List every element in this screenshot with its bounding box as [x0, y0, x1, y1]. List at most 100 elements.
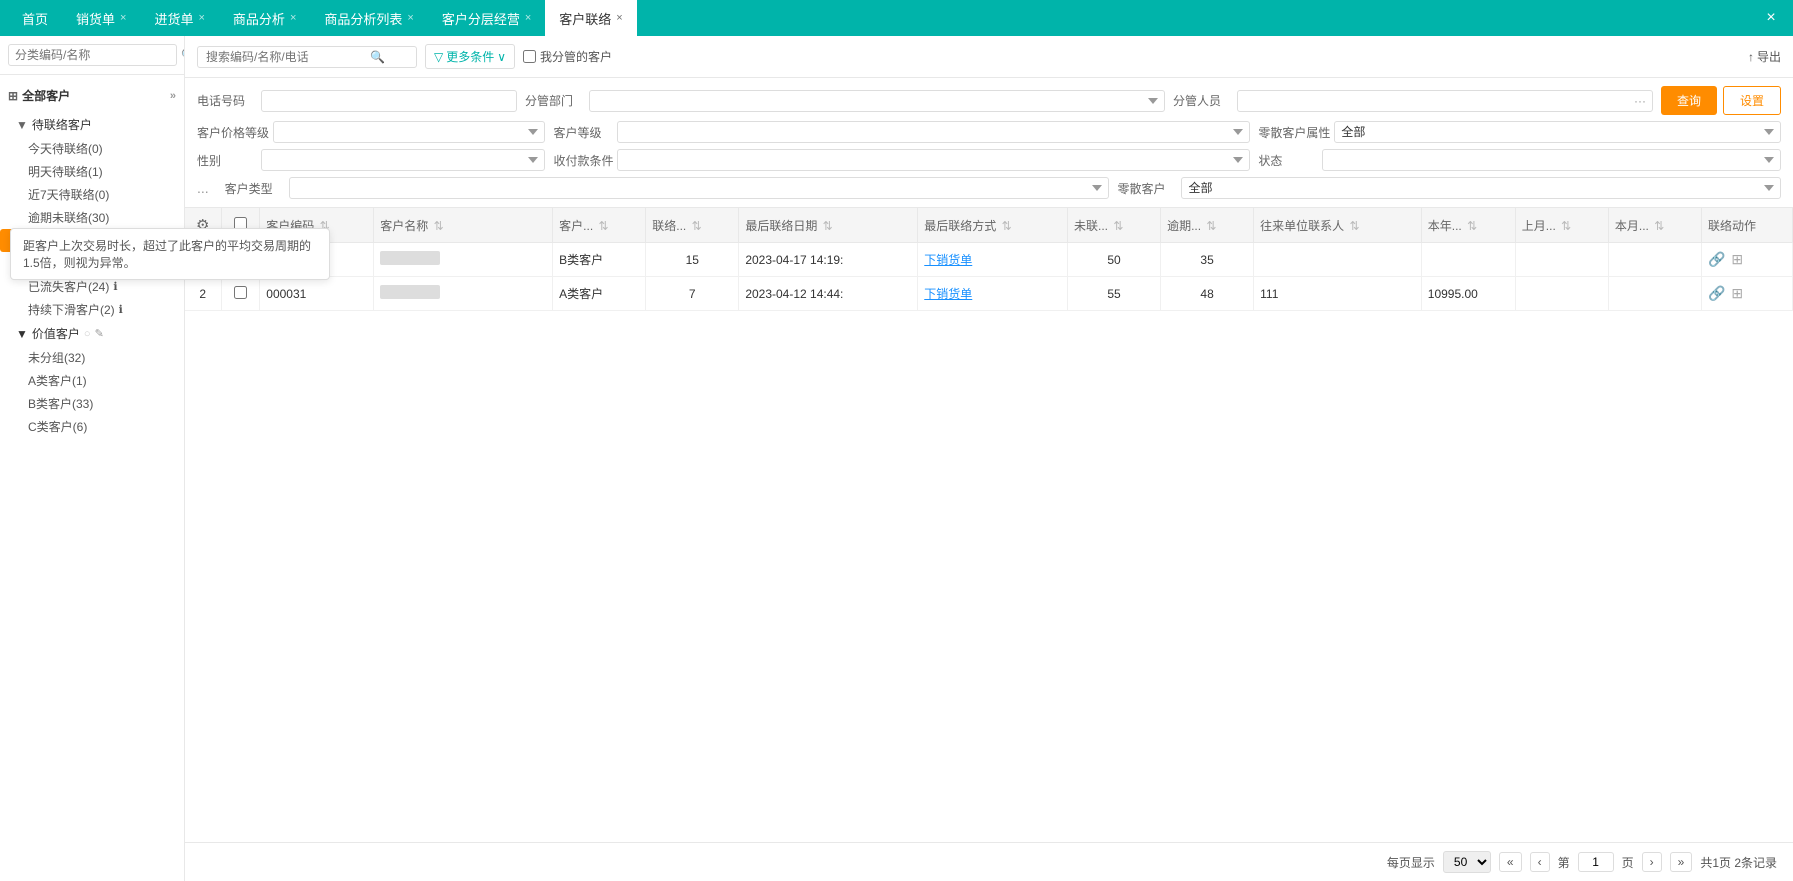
close-purchase-order-icon[interactable]: × [198, 12, 204, 24]
main-search-box: 🔍 [197, 46, 417, 68]
sort-level-icon: ⇅ [599, 219, 609, 233]
link-icon-1[interactable]: 🔗 [1708, 251, 1725, 268]
phone-input[interactable] [261, 90, 517, 112]
right-content: 🔍 ▽ 更多条件 ∨ 我分管的客户 ↑ 导出 电话号码 [185, 36, 1793, 881]
close-product-analysis-list-icon[interactable]: × [407, 12, 413, 24]
th-overdue[interactable]: 逾期... ⇅ [1161, 208, 1254, 243]
sort-last-date-icon: ⇅ [823, 219, 833, 233]
grid-icon: ⊞ [8, 89, 18, 103]
filter-manager: 分管人员 ··· [1173, 90, 1653, 112]
sidebar-item-today-pending[interactable]: 今天待联络(0) [0, 137, 184, 160]
sidebar-item-ungroup[interactable]: 未分组(32) [0, 346, 184, 369]
close-customer-contact-icon[interactable]: × [616, 12, 622, 24]
filter-more-dots[interactable]: ... [197, 180, 209, 196]
td-action-2: 🔗 ⊞ [1701, 277, 1792, 311]
page-size-select[interactable]: 50 [1443, 851, 1491, 873]
gender-select[interactable] [261, 149, 545, 171]
last-method-link-1[interactable]: 下销货单 [924, 253, 972, 267]
th-last-date[interactable]: 最后联络日期 ⇅ [739, 208, 918, 243]
next-page-button[interactable]: › [1642, 852, 1662, 872]
th-this-year[interactable]: 本年... ⇅ [1421, 208, 1515, 243]
sidebar-search-area: 🔍 [0, 36, 184, 75]
nav-product-analysis-list[interactable]: 商品分析列表 × [310, 0, 427, 36]
settings-button[interactable]: 设置 [1723, 86, 1781, 115]
sort-contact-icon: ⇅ [692, 219, 702, 233]
td-action-1: 🔗 ⊞ [1701, 243, 1792, 277]
action-icons-2: 🔗 ⊞ [1708, 285, 1786, 302]
th-contact[interactable]: 联络... ⇅ [646, 208, 739, 243]
sidebar-item-tomorrow-pending[interactable]: 明天待联络(1) [0, 160, 184, 183]
sidebar-item-c-class[interactable]: C类客户(6) [0, 415, 184, 438]
blurred-name-2 [380, 285, 440, 299]
td-last-month-1 [1515, 243, 1608, 277]
nav-product-analysis[interactable]: 商品分析 × [219, 0, 310, 36]
all-customers-header[interactable]: ⊞ 全部客户 » [0, 83, 184, 108]
pending-group-title[interactable]: ▼ 待联络客户 [0, 112, 184, 137]
action-icons-1: 🔗 ⊞ [1708, 251, 1786, 268]
payment-select[interactable] [617, 149, 1250, 171]
th-last-method[interactable]: 最后联络方式 ⇅ [918, 208, 1068, 243]
nav-customer-contact[interactable]: 客户联络 × [545, 0, 636, 36]
retail-attr-select[interactable]: 全部 [1334, 121, 1781, 143]
info-icon-already-lost: ℹ [113, 280, 117, 293]
link-icon-2[interactable]: 🔗 [1708, 285, 1725, 302]
page-number-input[interactable] [1578, 852, 1614, 872]
sort-last-month-icon: ⇅ [1561, 219, 1571, 233]
td-name-1 [374, 243, 553, 277]
close-sales-order-icon[interactable]: × [120, 12, 126, 24]
close-customer-segmentation-icon[interactable]: × [525, 12, 531, 24]
th-uncontacted[interactable]: 未联... ⇅ [1067, 208, 1160, 243]
td-uncontacted-2: 55 [1067, 277, 1160, 311]
main-search-icon[interactable]: 🔍 [370, 50, 385, 64]
query-button[interactable]: 查询 [1661, 86, 1717, 115]
last-method-link-2[interactable]: 下销货单 [924, 287, 972, 301]
value-expand-arrow-icon: ▼ [16, 327, 28, 341]
table-row: 2 000031 A类客户 [185, 277, 1793, 311]
window-close-button[interactable]: × [1757, 4, 1785, 32]
td-no-2: 2 [185, 277, 221, 311]
th-contacts-person[interactable]: 往来单位联系人 ⇅ [1254, 208, 1422, 243]
td-last-method-1: 下销货单 [918, 243, 1068, 277]
prev-page-button[interactable]: ‹ [1530, 852, 1550, 872]
sidebar-item-overdue-uncontacted[interactable]: 逾期未联络(30) [0, 206, 184, 229]
grid-action-icon-1[interactable]: ⊞ [1731, 251, 1743, 268]
main-search-input[interactable] [206, 50, 366, 64]
filter-row-1: 电话号码 分管部门 分管人员 ··· 查询 设置 [197, 86, 1781, 115]
retail-customer-select[interactable]: 全部 [1181, 177, 1781, 199]
value-customers-header[interactable]: ▼ 价值客户 ○ ✎ [0, 321, 184, 346]
sidebar-item-declining[interactable]: 持续下滑客户(2) ℹ [0, 298, 184, 321]
nav-home[interactable]: 首页 [8, 0, 62, 36]
sidebar-item-b-class[interactable]: B类客户(33) [0, 392, 184, 415]
more-conditions-button[interactable]: ▽ 更多条件 ∨ [425, 44, 515, 69]
sidebar-item-7days-pending[interactable]: 近7天待联络(0) [0, 183, 184, 206]
close-product-analysis-icon[interactable]: × [290, 12, 296, 24]
th-level[interactable]: 客户... ⇅ [553, 208, 646, 243]
nav-sales-order[interactable]: 销货单 × [62, 0, 140, 36]
sidebar-item-a-class[interactable]: A类客户(1) [0, 369, 184, 392]
department-select[interactable] [589, 90, 1165, 112]
customer-level-select[interactable] [617, 121, 1250, 143]
grid-action-icon-2[interactable]: ⊞ [1731, 285, 1743, 302]
edit-icon[interactable]: ✎ [95, 327, 104, 340]
radio-icon: ○ [84, 328, 91, 340]
th-last-month[interactable]: 上月... ⇅ [1515, 208, 1608, 243]
my-customers-checkbox[interactable] [523, 50, 536, 63]
customer-type-select[interactable] [289, 177, 1110, 199]
manager-input[interactable]: ··· [1237, 90, 1653, 112]
pagination-bar: 每页显示 50 « ‹ 第 页 › » 共1页 2条记录 [185, 842, 1793, 881]
td-contacts-person-1 [1254, 243, 1422, 277]
th-this-month[interactable]: 本月... ⇅ [1608, 208, 1701, 243]
collapse-icon[interactable]: » [170, 90, 176, 102]
th-name[interactable]: 客户名称 ⇅ [374, 208, 553, 243]
price-level-select[interactable] [273, 121, 545, 143]
filter-phone: 电话号码 [197, 90, 517, 112]
nav-customer-segmentation[interactable]: 客户分层经营 × [428, 0, 545, 36]
nav-purchase-order[interactable]: 进货单 × [140, 0, 218, 36]
export-button[interactable]: ↑ 导出 [1748, 48, 1781, 65]
first-page-button[interactable]: « [1499, 852, 1522, 872]
sidebar-search-input[interactable] [8, 44, 177, 66]
td-contacts-person-2: 111 [1254, 277, 1422, 311]
row-2-checkbox[interactable] [234, 286, 247, 299]
status-select[interactable] [1322, 149, 1781, 171]
last-page-button[interactable]: » [1670, 852, 1693, 872]
